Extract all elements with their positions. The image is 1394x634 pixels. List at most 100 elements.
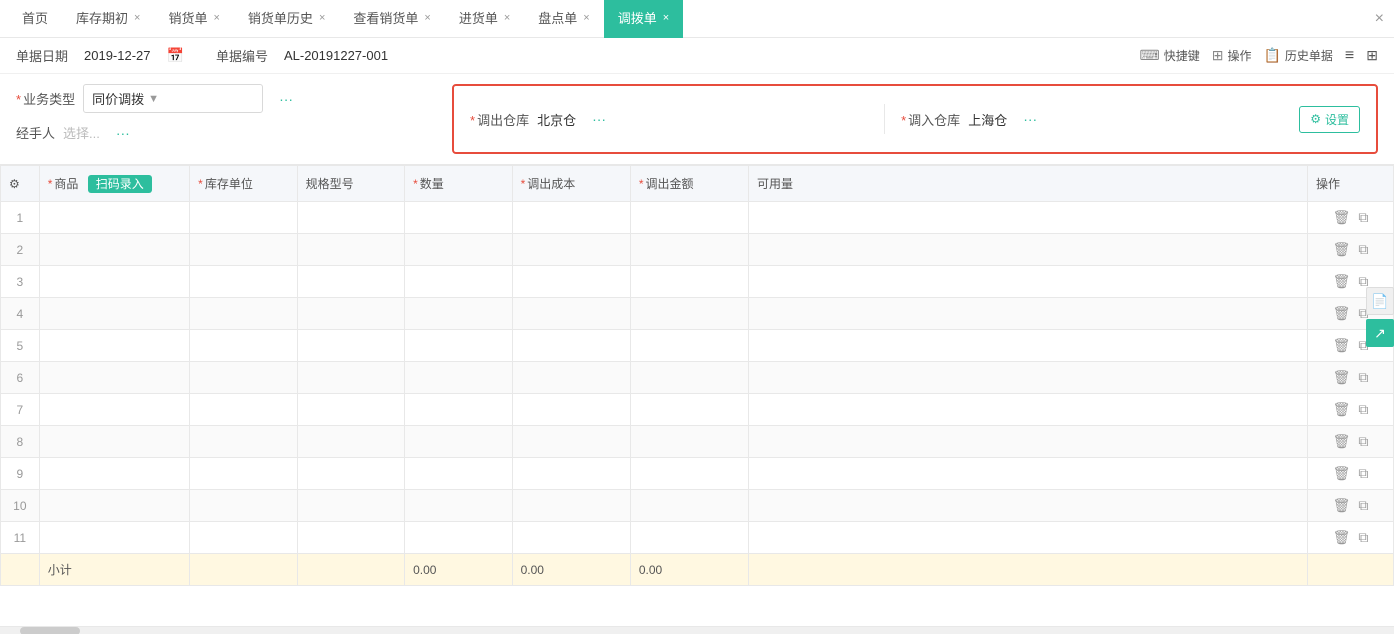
- row-unit[interactable]: [190, 362, 297, 394]
- row-copy-icon[interactable]: ⧉: [1358, 465, 1368, 482]
- window-close-button[interactable]: ×: [1375, 10, 1384, 28]
- row-unit[interactable]: [190, 394, 297, 426]
- row-amount[interactable]: [630, 458, 748, 490]
- row-product[interactable]: [39, 426, 189, 458]
- tab-close-sales-order[interactable]: ×: [213, 12, 219, 24]
- calendar-icon[interactable]: 📅: [167, 47, 184, 64]
- row-qty[interactable]: [405, 202, 512, 234]
- row-delete-icon[interactable]: 🗑: [1333, 241, 1351, 258]
- row-qty[interactable]: [405, 362, 512, 394]
- tab-close-inventory[interactable]: ×: [583, 12, 589, 24]
- row-qty[interactable]: [405, 426, 512, 458]
- list-view-button[interactable]: ≡: [1345, 47, 1354, 65]
- row-spec[interactable]: [297, 458, 404, 490]
- row-cost[interactable]: [512, 362, 630, 394]
- row-amount[interactable]: [630, 330, 748, 362]
- row-amount[interactable]: [630, 234, 748, 266]
- th-gear[interactable]: ⚙: [1, 166, 40, 202]
- grid-view-button[interactable]: ⊞: [1366, 47, 1378, 64]
- row-copy-icon[interactable]: ⧉: [1358, 433, 1368, 450]
- row-cost[interactable]: [512, 522, 630, 554]
- row-unit[interactable]: [190, 426, 297, 458]
- row-amount[interactable]: [630, 362, 748, 394]
- row-spec[interactable]: [297, 394, 404, 426]
- tab-sales-order[interactable]: 销货单 ×: [154, 0, 233, 38]
- row-delete-icon[interactable]: 🗑: [1333, 209, 1351, 226]
- biz-type-more-btn[interactable]: ···: [279, 91, 293, 107]
- row-product[interactable]: [39, 234, 189, 266]
- row-product[interactable]: [39, 202, 189, 234]
- history-button[interactable]: 📋 历史单据: [1263, 47, 1332, 64]
- person-placeholder[interactable]: 选择...: [63, 123, 100, 142]
- row-cost[interactable]: [512, 266, 630, 298]
- right-doc-button[interactable]: 📄: [1366, 287, 1394, 315]
- tab-close-transfer[interactable]: ×: [663, 12, 669, 24]
- row-product[interactable]: [39, 490, 189, 522]
- row-delete-icon[interactable]: 🗑: [1333, 529, 1351, 546]
- row-unit[interactable]: [190, 458, 297, 490]
- biz-type-select[interactable]: 同价调拨 ▼: [83, 84, 263, 113]
- row-copy-icon[interactable]: ⧉: [1358, 497, 1368, 514]
- tab-close-sales-history[interactable]: ×: [319, 12, 325, 24]
- tab-transfer[interactable]: 调拨单 ×: [604, 0, 683, 38]
- row-unit[interactable]: [190, 522, 297, 554]
- row-cost[interactable]: [512, 202, 630, 234]
- row-copy-icon[interactable]: ⧉: [1358, 209, 1368, 226]
- row-qty[interactable]: [405, 330, 512, 362]
- out-warehouse-value[interactable]: 北京仓: [537, 110, 576, 129]
- row-delete-icon[interactable]: 🗑: [1333, 433, 1351, 450]
- row-spec[interactable]: [297, 298, 404, 330]
- row-amount[interactable]: [630, 394, 748, 426]
- row-copy-icon[interactable]: ⧉: [1358, 529, 1368, 546]
- row-qty[interactable]: [405, 266, 512, 298]
- row-delete-icon[interactable]: 🗑: [1333, 497, 1351, 514]
- right-export-button[interactable]: ↗: [1366, 319, 1394, 347]
- tab-stock-init[interactable]: 库存期初 ×: [62, 0, 154, 38]
- row-delete-icon[interactable]: 🗑: [1333, 305, 1351, 322]
- tab-sales-history[interactable]: 销货单历史 ×: [234, 0, 339, 38]
- row-spec[interactable]: [297, 426, 404, 458]
- row-unit[interactable]: [190, 490, 297, 522]
- row-unit[interactable]: [190, 266, 297, 298]
- row-cost[interactable]: [512, 394, 630, 426]
- row-delete-icon[interactable]: 🗑: [1333, 273, 1351, 290]
- row-copy-icon[interactable]: ⧉: [1358, 369, 1368, 386]
- row-qty[interactable]: [405, 522, 512, 554]
- scrollbar-thumb[interactable]: [20, 627, 80, 634]
- person-more-btn[interactable]: ···: [116, 125, 130, 141]
- row-amount[interactable]: [630, 266, 748, 298]
- row-product[interactable]: [39, 394, 189, 426]
- scan-btn[interactable]: 扫码录入: [88, 175, 152, 193]
- row-product[interactable]: [39, 362, 189, 394]
- row-cost[interactable]: [512, 426, 630, 458]
- row-qty[interactable]: [405, 298, 512, 330]
- out-warehouse-more-btn[interactable]: ···: [592, 111, 606, 127]
- in-warehouse-value[interactable]: 上海仓: [968, 110, 1007, 129]
- row-product[interactable]: [39, 458, 189, 490]
- tab-home[interactable]: 首页: [8, 0, 62, 38]
- row-copy-icon[interactable]: ⧉: [1358, 401, 1368, 418]
- row-qty[interactable]: [405, 458, 512, 490]
- row-amount[interactable]: [630, 202, 748, 234]
- horizontal-scrollbar[interactable]: [0, 626, 1394, 634]
- row-unit[interactable]: [190, 234, 297, 266]
- date-value[interactable]: 2019-12-27: [84, 48, 151, 63]
- row-amount[interactable]: [630, 426, 748, 458]
- row-cost[interactable]: [512, 298, 630, 330]
- tab-view-sales[interactable]: 查看销货单 ×: [339, 0, 444, 38]
- tab-close-view-sales[interactable]: ×: [424, 12, 430, 24]
- row-qty[interactable]: [405, 490, 512, 522]
- row-unit[interactable]: [190, 298, 297, 330]
- operations-button[interactable]: ⊞ 操作: [1212, 47, 1252, 64]
- tab-inventory[interactable]: 盘点单 ×: [524, 0, 603, 38]
- row-cost[interactable]: [512, 330, 630, 362]
- tab-purchase[interactable]: 进货单 ×: [445, 0, 524, 38]
- row-spec[interactable]: [297, 266, 404, 298]
- row-delete-icon[interactable]: 🗑: [1333, 337, 1351, 354]
- row-cost[interactable]: [512, 490, 630, 522]
- row-amount[interactable]: [630, 298, 748, 330]
- row-product[interactable]: [39, 522, 189, 554]
- row-unit[interactable]: [190, 202, 297, 234]
- row-cost[interactable]: [512, 234, 630, 266]
- row-product[interactable]: [39, 330, 189, 362]
